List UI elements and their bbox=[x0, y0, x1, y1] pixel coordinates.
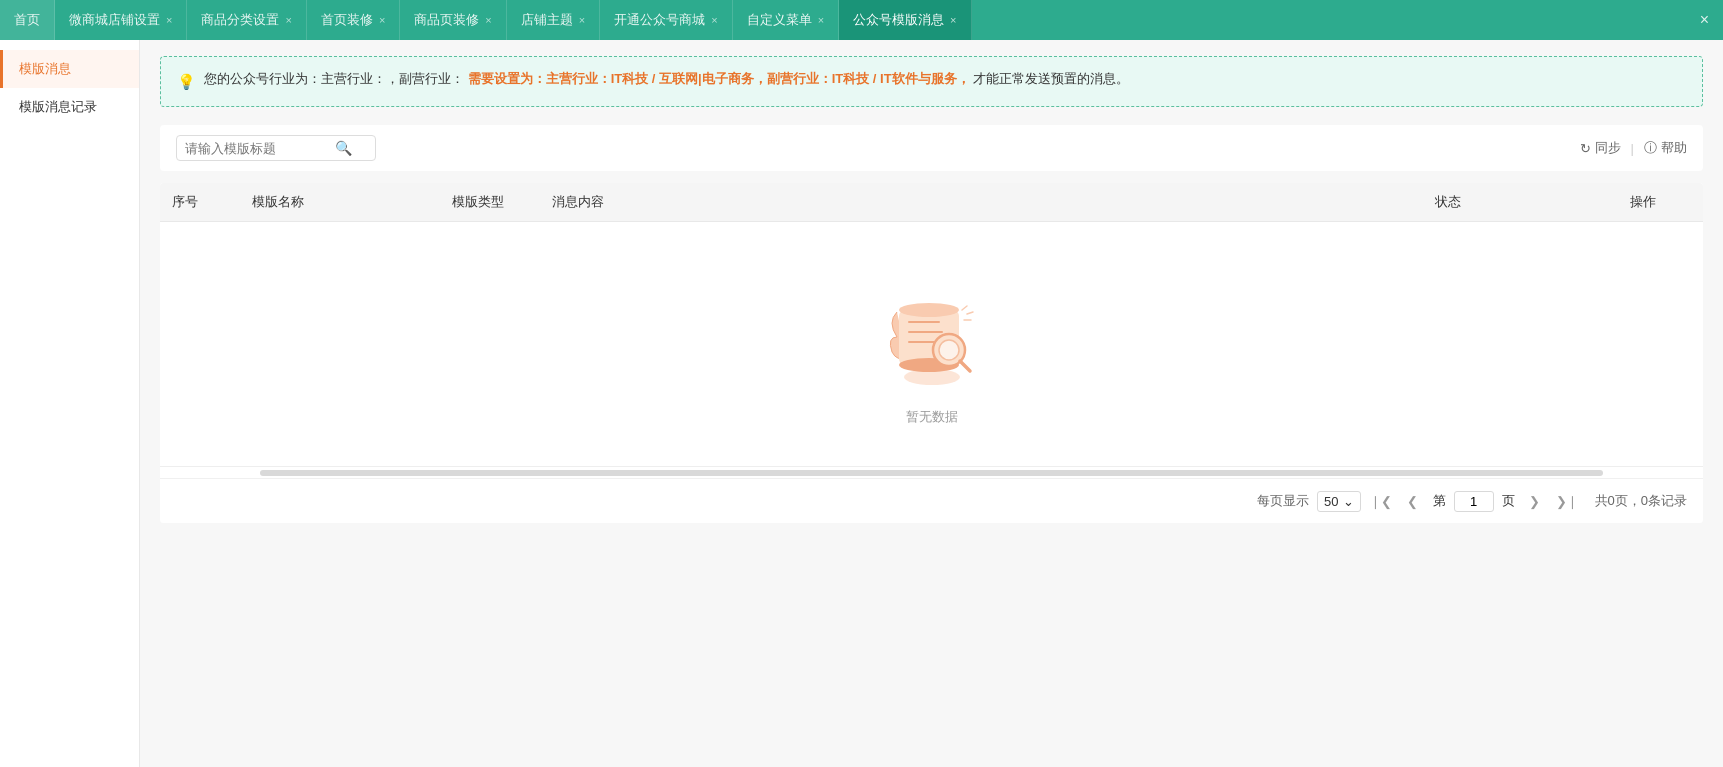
pagination-last-button[interactable]: ❯❘ bbox=[1555, 489, 1579, 513]
notice-text-before: 您的公众号行业为：主营行业：，副营行业： bbox=[204, 71, 464, 86]
page-size-select[interactable]: 50 ⌄ bbox=[1317, 491, 1360, 512]
nav-tab-shop-settings-label: 微商城店铺设置 bbox=[69, 11, 160, 29]
sync-label: 同步 bbox=[1595, 139, 1621, 157]
search-bar: 🔍 ↻ 同步 | ⓘ 帮助 bbox=[160, 125, 1703, 171]
divider: | bbox=[1631, 141, 1634, 156]
nav-tab-home[interactable]: 首页 bbox=[0, 0, 55, 40]
nav-tab-category-label: 商品分类设置 bbox=[201, 11, 279, 29]
search-input[interactable] bbox=[185, 141, 335, 156]
sidebar-item-template-msg-log[interactable]: 模版消息记录 bbox=[0, 88, 139, 126]
nav-tab-homepage-decor-label: 首页装修 bbox=[321, 11, 373, 29]
nav-tab-product-decor-label: 商品页装修 bbox=[414, 11, 479, 29]
notice-text-after: 才能正常发送预置的消息。 bbox=[973, 71, 1129, 86]
sidebar-item-template-msg[interactable]: 模版消息 bbox=[0, 50, 139, 88]
nav-tab-custom-menu-close[interactable]: × bbox=[818, 14, 824, 26]
empty-illustration bbox=[877, 282, 987, 392]
pagination-first-button[interactable]: ❘❮ bbox=[1369, 489, 1393, 513]
page-unit: 页 bbox=[1502, 492, 1515, 510]
sync-button[interactable]: ↻ 同步 bbox=[1580, 139, 1621, 157]
svg-line-11 bbox=[967, 312, 973, 314]
pagination-prev-button[interactable]: ❮ bbox=[1401, 489, 1425, 513]
nav-tab-homepage-decor-close[interactable]: × bbox=[379, 14, 385, 26]
nav-tab-category-close[interactable]: × bbox=[285, 14, 291, 26]
sync-icon: ↻ bbox=[1580, 141, 1591, 156]
pagination: 每页显示 50 ⌄ ❘❮ ❮ 第 页 ❯ ❯❘ 共0页，0条记录 bbox=[160, 478, 1703, 523]
nav-tab-theme-label: 店铺主题 bbox=[521, 11, 573, 29]
page-total: 共0页，0条记录 bbox=[1595, 492, 1687, 510]
content-area: 💡 您的公众号行业为：主营行业：，副营行业： 需要设置为：主营行业：IT科技 /… bbox=[140, 40, 1723, 767]
notice-banner: 💡 您的公众号行业为：主营行业：，副营行业： 需要设置为：主营行业：IT科技 /… bbox=[160, 56, 1703, 107]
scrollbar-area[interactable] bbox=[160, 466, 1703, 478]
help-label: 帮助 bbox=[1661, 139, 1687, 157]
notice-icon: 💡 bbox=[177, 70, 196, 94]
page-label: 第 bbox=[1433, 492, 1446, 510]
sidebar-item-template-msg-label: 模版消息 bbox=[19, 61, 71, 76]
th-type: 模版类型 bbox=[440, 183, 540, 221]
svg-line-9 bbox=[960, 361, 970, 371]
nav-tab-shop-settings-close[interactable]: × bbox=[166, 14, 172, 26]
nav-tab-open-shop-close[interactable]: × bbox=[711, 14, 717, 26]
empty-text: 暂无数据 bbox=[906, 408, 958, 426]
search-button[interactable]: 🔍 bbox=[335, 140, 352, 156]
nav-tab-product-decor[interactable]: 商品页装修 × bbox=[400, 0, 506, 40]
nav-tab-custom-menu[interactable]: 自定义菜单 × bbox=[733, 0, 839, 40]
notice-highlight: 需要设置为：主营行业：IT科技 / 互联网|电子商务，副营行业：IT科技 / I… bbox=[468, 71, 970, 86]
nav-tab-theme-close[interactable]: × bbox=[579, 14, 585, 26]
empty-state: 暂无数据 bbox=[160, 222, 1703, 466]
nav-tab-category[interactable]: 商品分类设置 × bbox=[187, 0, 306, 40]
nav-tab-template-msg-label: 公众号模版消息 bbox=[853, 11, 944, 29]
pagination-next-button[interactable]: ❯ bbox=[1523, 489, 1547, 513]
th-name: 模版名称 bbox=[240, 183, 440, 221]
sidebar-item-template-msg-log-label: 模版消息记录 bbox=[19, 99, 97, 114]
scrollbar-track[interactable] bbox=[260, 470, 1603, 476]
nav-close-all-button[interactable]: × bbox=[1686, 11, 1723, 29]
page-size-dropdown-icon: ⌄ bbox=[1343, 494, 1354, 509]
nav-tab-homepage-decor[interactable]: 首页装修 × bbox=[307, 0, 400, 40]
nav-tab-template-msg-close[interactable]: × bbox=[950, 14, 956, 26]
search-actions: ↻ 同步 | ⓘ 帮助 bbox=[1580, 139, 1687, 157]
th-action: 操作 bbox=[1583, 183, 1703, 221]
th-seq: 序号 bbox=[160, 183, 240, 221]
search-input-wrap[interactable]: 🔍 bbox=[176, 135, 376, 161]
page-size-label: 每页显示 bbox=[1257, 492, 1309, 510]
nav-tab-shop-settings[interactable]: 微商城店铺设置 × bbox=[55, 0, 187, 40]
help-button[interactable]: ⓘ 帮助 bbox=[1644, 139, 1687, 157]
nav-tab-template-msg[interactable]: 公众号模版消息 × bbox=[839, 0, 971, 40]
main-layout: 模版消息 模版消息记录 💡 您的公众号行业为：主营行业：，副营行业： 需要设置为… bbox=[0, 40, 1723, 767]
svg-point-8 bbox=[939, 340, 959, 360]
th-status: 状态 bbox=[1423, 183, 1583, 221]
nav-tab-open-shop[interactable]: 开通公众号商城 × bbox=[600, 0, 732, 40]
page-number-input[interactable] bbox=[1454, 491, 1494, 512]
nav-tab-home-label: 首页 bbox=[14, 11, 40, 29]
svg-point-2 bbox=[899, 303, 959, 317]
nav-tab-product-decor-close[interactable]: × bbox=[485, 14, 491, 26]
th-content: 消息内容 bbox=[540, 183, 1423, 221]
help-icon: ⓘ bbox=[1644, 139, 1657, 157]
table-container: 序号 模版名称 模版类型 消息内容 状态 操作 bbox=[160, 183, 1703, 523]
notice-text: 您的公众号行业为：主营行业：，副营行业： 需要设置为：主营行业：IT科技 / 互… bbox=[204, 69, 1129, 90]
nav-tab-custom-menu-label: 自定义菜单 bbox=[747, 11, 812, 29]
nav-tab-theme[interactable]: 店铺主题 × bbox=[507, 0, 600, 40]
table-header: 序号 模版名称 模版类型 消息内容 状态 操作 bbox=[160, 183, 1703, 222]
nav-tab-open-shop-label: 开通公众号商城 bbox=[614, 11, 705, 29]
page-size-value: 50 bbox=[1324, 494, 1338, 509]
svg-line-10 bbox=[962, 306, 967, 310]
sidebar: 模版消息 模版消息记录 bbox=[0, 40, 140, 767]
top-nav: 首页 微商城店铺设置 × 商品分类设置 × 首页装修 × 商品页装修 × 店铺主… bbox=[0, 0, 1723, 40]
